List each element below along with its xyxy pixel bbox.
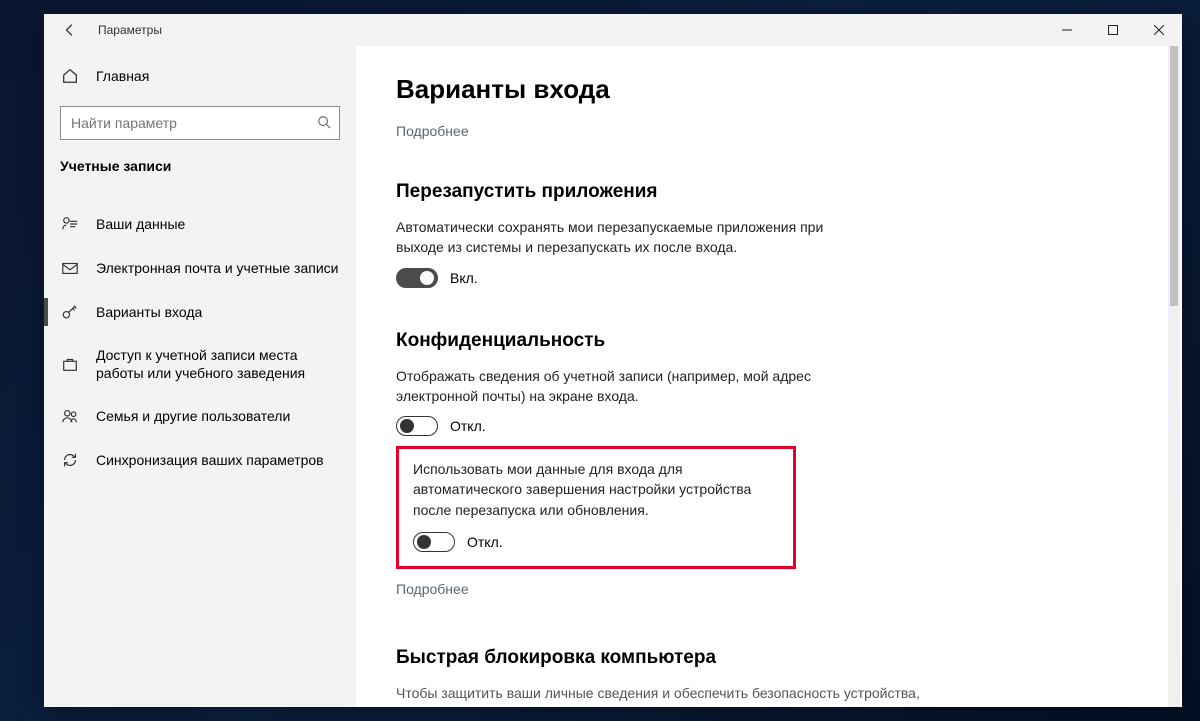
sidebar-item-label: Синхронизация ваших параметров [96,451,340,469]
signin-data-desc: Использовать мои данные для входа для ав… [413,459,779,520]
learn-more-link[interactable]: Подробнее [396,123,469,139]
close-button[interactable] [1136,14,1182,46]
info-icon [60,214,80,234]
sidebar-item-label: Доступ к учетной записи места работы или… [96,346,340,382]
account-info-toggle-label: Откл. [450,418,486,434]
sidebar-item-label: Электронная почта и учетные записи [96,259,340,277]
page-title: Варианты входа [396,74,1142,105]
scrollbar[interactable] [1168,46,1180,707]
restart-apps-toggle-label: Вкл. [450,270,478,286]
restart-apps-heading: Перезапустить приложения [396,181,1142,203]
back-button[interactable] [60,20,80,40]
privacy-learn-more-link[interactable]: Подробнее [396,581,469,597]
account-info-desc: Отображать сведения об учетной записи (н… [396,366,836,407]
sidebar-item-sync[interactable]: Синхронизация ваших параметров [44,438,356,482]
sidebar: Главная Учетные записи Ваши данные [44,46,356,707]
home-link[interactable]: Главная [44,56,356,96]
restart-apps-toggle[interactable] [396,268,438,288]
sidebar-item-work-school[interactable]: Доступ к учетной записи места работы или… [44,334,356,394]
sidebar-section-label: Учетные записи [44,158,356,184]
highlighted-setting: Использовать мои данные для входа для ав… [396,446,796,569]
home-label: Главная [96,68,149,84]
account-info-toggle[interactable] [396,416,438,436]
dynamic-lock-heading: Быстрая блокировка компьютера [396,647,1142,669]
restart-apps-desc: Автоматически сохранять мои перезапускае… [396,217,836,258]
privacy-heading: Конфиденциальность [396,330,1142,352]
dynamic-lock-desc: Чтобы защитить ваши личные сведения и об… [396,683,936,707]
sidebar-item-email-accounts[interactable]: Электронная почта и учетные записи [44,246,356,290]
signin-data-toggle-label: Откл. [467,534,503,550]
mail-icon [60,258,80,278]
settings-window: Параметры Главная [44,14,1182,707]
search-icon [317,115,331,132]
home-icon [60,66,80,86]
sidebar-item-family-users[interactable]: Семья и другие пользователи [44,394,356,438]
sidebar-item-label: Ваши данные [96,215,340,233]
people-icon [60,406,80,426]
key-icon [60,302,80,322]
briefcase-icon [60,354,80,374]
window-title: Параметры [98,23,162,37]
sidebar-item-signin-options[interactable]: Варианты входа [44,290,356,334]
sidebar-item-label: Варианты входа [96,303,340,321]
signin-data-toggle[interactable] [413,532,455,552]
sidebar-item-label: Семья и другие пользователи [96,407,340,425]
window-controls [1044,14,1182,46]
search-box[interactable] [60,106,340,140]
sidebar-item-your-info[interactable]: Ваши данные [44,202,356,246]
scrollbar-thumb[interactable] [1170,46,1178,306]
sidebar-nav: Ваши данные Электронная почта и учетные … [44,202,356,482]
minimize-button[interactable] [1044,14,1090,46]
main-content: Варианты входа Подробнее Перезапустить п… [356,46,1182,707]
titlebar: Параметры [44,14,1182,46]
sync-icon [60,450,80,470]
search-input[interactable] [71,115,317,131]
maximize-button[interactable] [1090,14,1136,46]
